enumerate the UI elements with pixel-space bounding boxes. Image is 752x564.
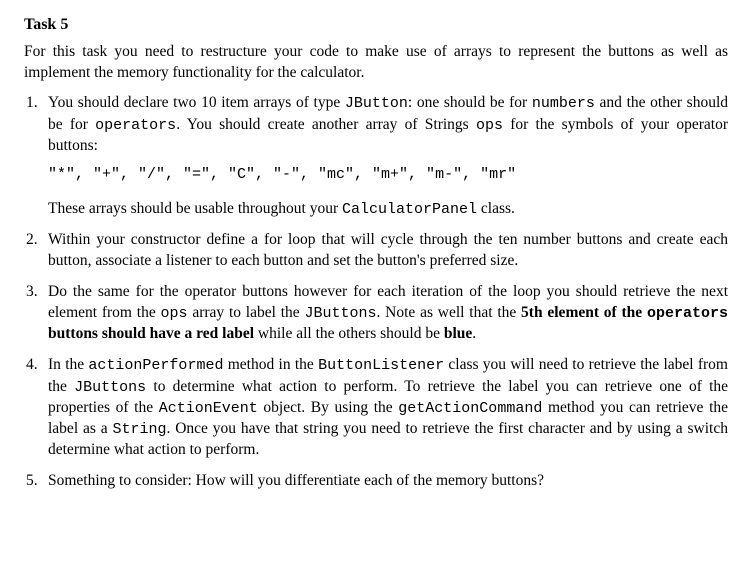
text: : one should be for: [408, 94, 532, 111]
code-buttonlistener: ButtonListener: [318, 357, 444, 374]
task-list: You should declare two 10 item arrays of…: [24, 93, 728, 492]
code-ops: ops: [161, 305, 188, 322]
code-ops: ops: [476, 117, 503, 134]
document-page: Task 5 For this task you need to restruc…: [0, 0, 752, 564]
text: . Note as well that the: [376, 304, 521, 321]
text: In the: [48, 356, 88, 373]
list-item-5: Something to consider: How will you diff…: [48, 471, 728, 492]
text: These arrays should be usable throughout…: [48, 199, 728, 220]
list-item-2: Within your constructor define a for loo…: [48, 230, 728, 272]
text: You should declare two 10 item arrays of…: [48, 94, 345, 111]
code-calculatorpanel: CalculatorPanel: [342, 201, 477, 218]
bold-blue: blue: [444, 325, 472, 342]
code-jbuttons: JButtons: [74, 379, 146, 396]
text: These arrays should be usable throughout…: [48, 200, 342, 217]
list-item-4: In the actionPerformed method in the But…: [48, 355, 728, 461]
ops-string-literal: "*", "+", "/", "=", "C", "-", "mc", "m+"…: [48, 165, 728, 185]
code-actionevent: ActionEvent: [159, 400, 258, 417]
text: method in the: [223, 356, 318, 373]
text: . You should create another array of Str…: [176, 116, 476, 133]
text: while all the others should be: [254, 325, 444, 342]
code-jbutton: JButton: [345, 95, 408, 112]
text: object. By using the: [258, 399, 399, 416]
code-numbers: numbers: [532, 95, 595, 112]
text: .: [472, 325, 476, 342]
text: class.: [477, 200, 515, 217]
text: array to label the: [188, 304, 305, 321]
code-string: String: [112, 421, 166, 438]
code-jbuttons: JButtons: [304, 305, 376, 322]
code-actionperformed: actionPerformed: [88, 357, 223, 374]
intro-paragraph: For this task you need to restructure yo…: [24, 42, 728, 84]
code-operators: operators: [95, 117, 176, 134]
list-item-3: Do the same for the operator buttons how…: [48, 282, 728, 345]
task-heading: Task 5: [24, 14, 728, 36]
code-getactioncommand: getActionCommand: [398, 400, 542, 417]
list-item-1: You should declare two 10 item arrays of…: [48, 93, 728, 220]
